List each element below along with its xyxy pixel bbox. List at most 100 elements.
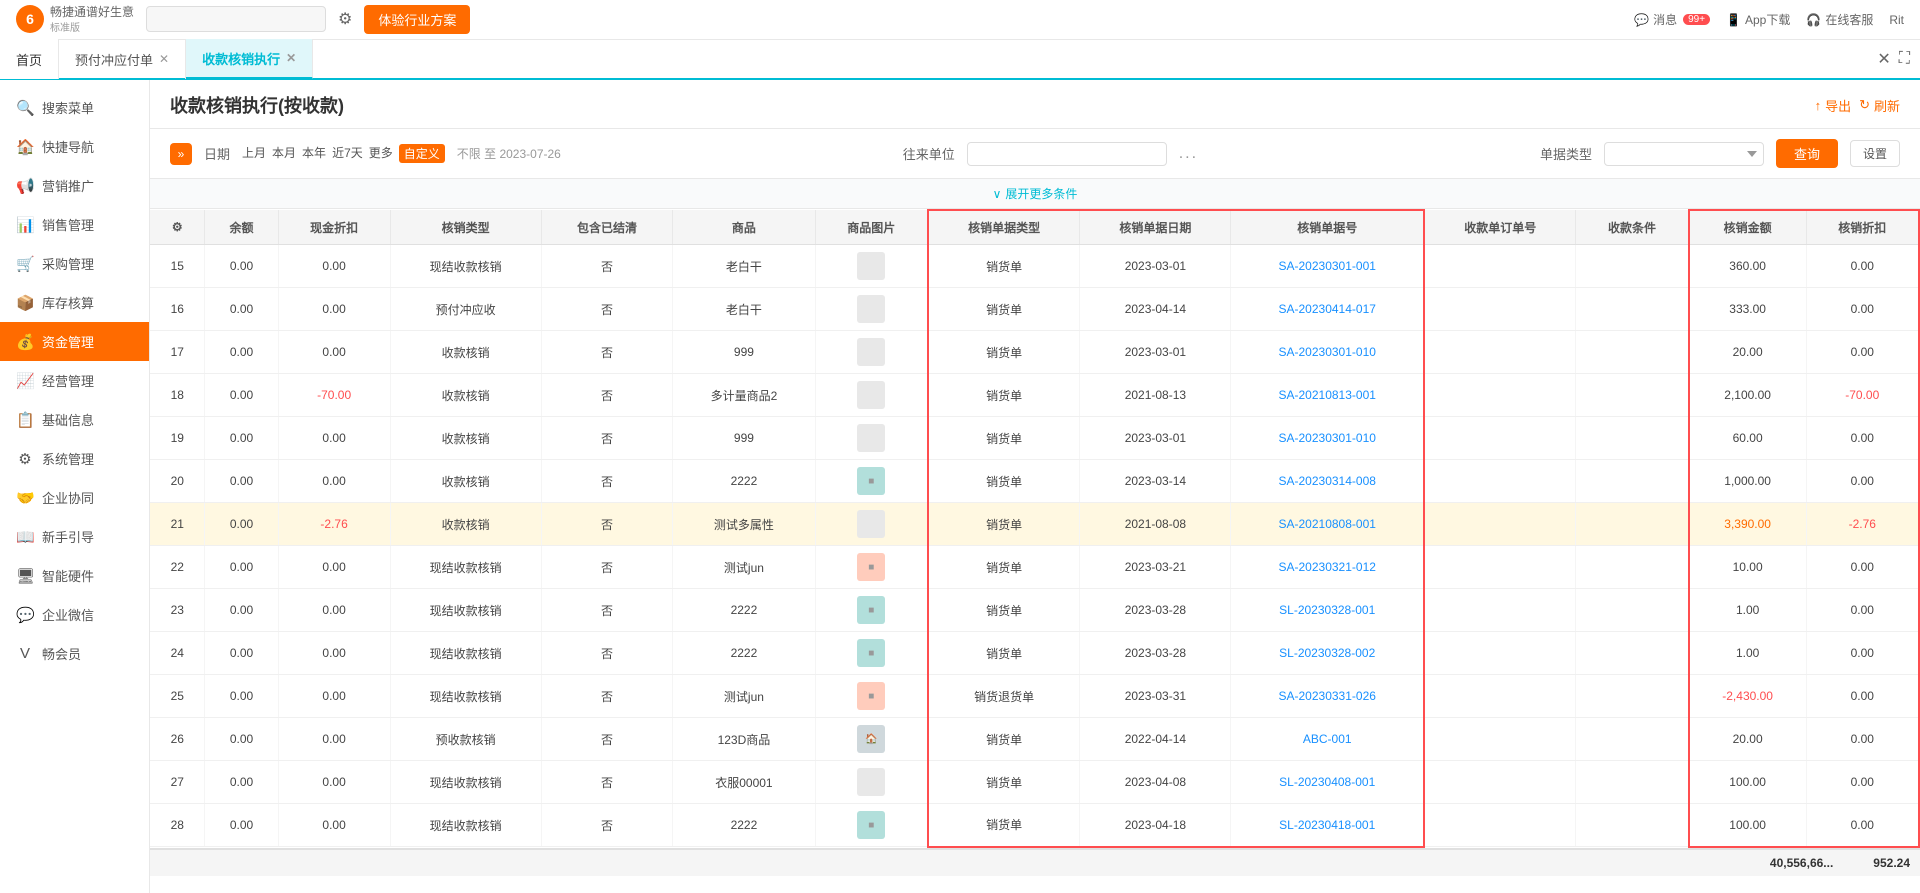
app-download-item[interactable]: 📱 App下载 — [1726, 11, 1790, 28]
cell-bill-date: 2023-04-08 — [1080, 761, 1231, 804]
tab-prepay[interactable]: 预付冲应付单 ✕ — [59, 39, 186, 79]
date-custom[interactable]: 自定义 — [399, 144, 445, 163]
col-include-settled: 包含已结清 — [541, 210, 673, 245]
cell-balance: 0.00 — [205, 374, 278, 417]
cell-verify-type: 收款核销 — [390, 503, 541, 546]
sidebar-item-inventory[interactable]: 📦 库存核算 — [0, 283, 149, 322]
online-service-label: 在线客服 — [1825, 11, 1873, 28]
tab-close-all-icon[interactable]: ✕ — [1877, 49, 1890, 69]
partner-input[interactable] — [967, 142, 1167, 166]
cell-index: 16 — [150, 288, 205, 331]
cell-product-image — [815, 417, 928, 460]
sidebar-item-enterprise[interactable]: 🤝 企业协同 — [0, 478, 149, 517]
industry-solution-button[interactable]: 体验行业方案 — [364, 5, 470, 34]
col-product-image: 商品图片 — [815, 210, 928, 245]
date-7days[interactable]: 近7天 — [332, 144, 363, 163]
product-image: ■ — [857, 553, 885, 581]
gear-button[interactable]: ⚙ — [338, 9, 352, 29]
bill-no-link[interactable]: SL-20230328-001 — [1279, 603, 1375, 617]
sidebar-item-operations[interactable]: 📈 经营管理 — [0, 361, 149, 400]
date-last-month[interactable]: 上月 — [242, 144, 266, 163]
cell-bill-type: 销货单 — [928, 460, 1080, 503]
sidebar-item-purchase[interactable]: 🛒 采购管理 — [0, 244, 149, 283]
tab-home[interactable]: 首页 — [0, 39, 59, 79]
cell-verify-discount: 0.00 — [1806, 546, 1919, 589]
table-container[interactable]: ⚙ 余额 现金折扣 核销类型 包含已结清 商品 商品图片 核销单据类型 核销单据… — [150, 209, 1920, 893]
bill-no-link[interactable]: SA-20230314-008 — [1279, 474, 1376, 488]
col-index: ⚙ — [150, 210, 205, 245]
table-row: 17 0.00 0.00 收款核销 否 999 销货单 2023-03-01 S… — [150, 331, 1919, 374]
bill-no-link[interactable]: SA-20230331-026 — [1279, 689, 1376, 703]
cell-receipt-order — [1424, 417, 1576, 460]
cell-verify-amount: 20.00 — [1689, 331, 1806, 374]
bill-type-select[interactable] — [1604, 142, 1764, 166]
cell-product: 测试jun — [673, 546, 815, 589]
cell-verify-discount: 0.00 — [1806, 331, 1919, 374]
date-this-year[interactable]: 本年 — [302, 144, 326, 163]
cell-product: 测试多属性 — [673, 503, 815, 546]
date-this-month[interactable]: 本月 — [272, 144, 296, 163]
tab-prepay-close[interactable]: ✕ — [159, 52, 169, 66]
bill-no-link[interactable]: SL-20230328-002 — [1279, 646, 1375, 660]
bill-no-link[interactable]: SA-20210813-001 — [1279, 388, 1376, 402]
expand-more-btn[interactable]: ∨ 展开更多条件 — [993, 185, 1078, 202]
cell-bill-no: SL-20230408-001 — [1231, 761, 1424, 804]
sidebar-item-nav[interactable]: 🏠 快捷导航 — [0, 127, 149, 166]
cell-bill-no: SA-20230414-017 — [1231, 288, 1424, 331]
query-button[interactable]: 查询 — [1776, 139, 1838, 168]
date-more[interactable]: 更多 — [369, 144, 393, 163]
table-row: 23 0.00 0.00 现结收款核销 否 2222 ■ 销货单 2023-03… — [150, 589, 1919, 632]
hardware-icon: 🖥 — [16, 567, 34, 585]
cell-product: 多计量商品2 — [673, 374, 815, 417]
cell-balance: 0.00 — [205, 245, 278, 288]
sidebar-item-member[interactable]: V 畅会员 — [0, 634, 149, 673]
cell-include-settled: 否 — [541, 675, 673, 718]
bill-no-link[interactable]: SA-20230301-010 — [1279, 345, 1376, 359]
sidebar-item-system[interactable]: ⚙ 系统管理 — [0, 439, 149, 478]
refresh-button[interactable]: ↻ 刷新 — [1859, 96, 1900, 115]
sidebar-item-search[interactable]: 🔍 搜索菜单 — [0, 88, 149, 127]
cell-cash-discount: 0.00 — [278, 632, 390, 675]
sidebar-item-marketing[interactable]: 📢 营销推广 — [0, 166, 149, 205]
sidebar-item-guide[interactable]: 📖 新手引导 — [0, 517, 149, 556]
cell-cash-discount: 0.00 — [278, 288, 390, 331]
top-bar-right: 💬 消息 99+ 📱 App下载 🎧 在线客服 Rit — [1634, 11, 1904, 28]
online-service-item[interactable]: 🎧 在线客服 — [1806, 11, 1873, 28]
cell-verify-discount: 0.00 — [1806, 632, 1919, 675]
sidebar-item-wechat[interactable]: 💬 企业微信 — [0, 595, 149, 634]
tab-receipt[interactable]: 收款核销执行 ✕ — [186, 39, 313, 79]
settings-button[interactable]: 设置 — [1850, 140, 1900, 167]
sidebar-item-basic[interactable]: 📋 基础信息 — [0, 400, 149, 439]
tab-maximize-icon[interactable]: ⛶ — [1899, 50, 1910, 68]
bill-no-link[interactable]: SL-20230418-001 — [1279, 818, 1375, 832]
logo-icon: 6 — [16, 5, 44, 33]
export-button[interactable]: ↑ 导出 — [1815, 96, 1852, 115]
bill-no-link[interactable]: SA-20230301-010 — [1279, 431, 1376, 445]
sidebar-item-finance[interactable]: 💰 资金管理 — [0, 322, 149, 361]
sidebar-item-sales[interactable]: 📊 销售管理 — [0, 205, 149, 244]
bill-no-link[interactable]: SA-20230301-001 — [1279, 259, 1376, 273]
user-label[interactable]: Rit — [1889, 13, 1904, 27]
cell-product: 老白干 — [673, 288, 815, 331]
tab-receipt-close[interactable]: ✕ — [286, 51, 296, 65]
cell-index: 20 — [150, 460, 205, 503]
bill-no-link[interactable]: ABC-001 — [1303, 732, 1352, 746]
col-verify-type: 核销类型 — [390, 210, 541, 245]
message-item[interactable]: 💬 消息 99+ — [1634, 11, 1710, 28]
cell-product-image: ■ — [815, 804, 928, 847]
cell-receipt-condition — [1576, 761, 1689, 804]
cell-verify-amount: 1.00 — [1689, 589, 1806, 632]
top-search-input[interactable] — [146, 6, 326, 32]
sidebar: 🔍 搜索菜单 🏠 快捷导航 📢 营销推广 📊 销售管理 🛒 采购管理 📦 库存核… — [0, 80, 150, 893]
expand-button[interactable]: » — [170, 143, 192, 165]
bill-no-link[interactable]: SA-20230321-012 — [1279, 560, 1376, 574]
bill-no-link[interactable]: SA-20210808-001 — [1279, 517, 1376, 531]
export-icon: ↑ — [1815, 98, 1822, 113]
service-icon: 🎧 — [1806, 13, 1821, 27]
dots-icon[interactable]: ... — [1179, 145, 1198, 163]
sidebar-item-hardware[interactable]: 🖥 智能硬件 — [0, 556, 149, 595]
cell-cash-discount: 0.00 — [278, 675, 390, 718]
bill-no-link[interactable]: SL-20230408-001 — [1279, 775, 1375, 789]
cell-verify-amount: 360.00 — [1689, 245, 1806, 288]
bill-no-link[interactable]: SA-20230414-017 — [1279, 302, 1376, 316]
